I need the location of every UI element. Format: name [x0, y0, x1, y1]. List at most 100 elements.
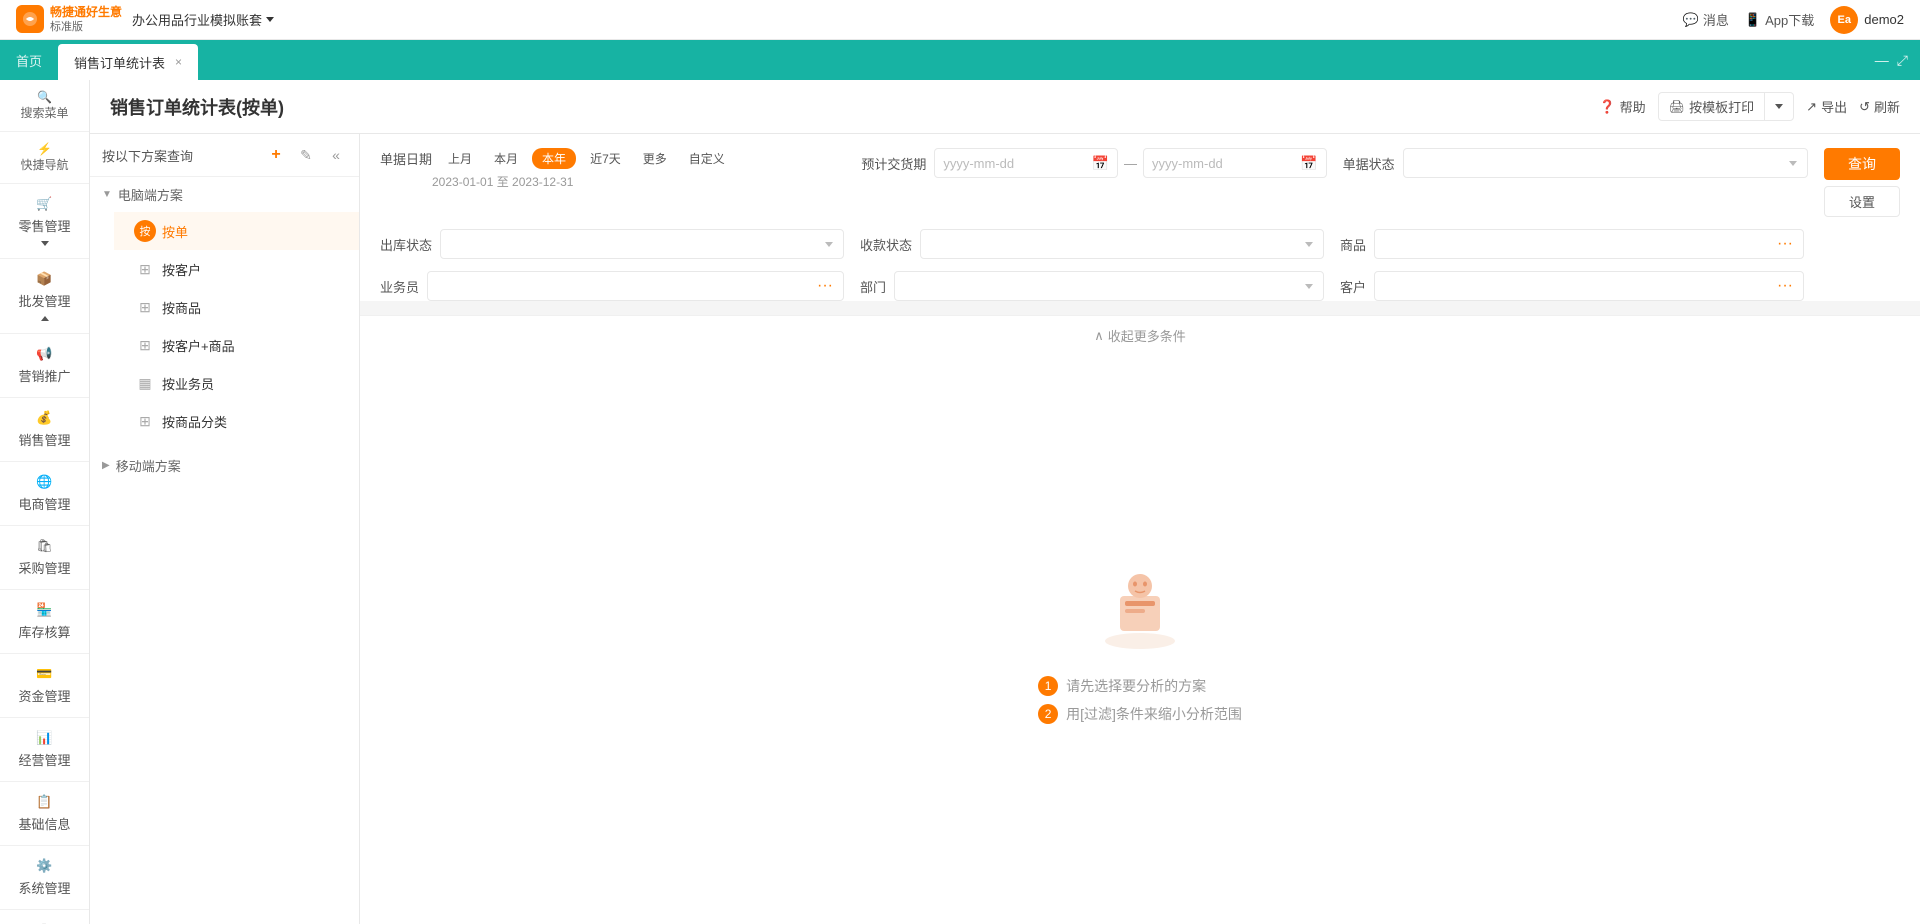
bill-status-select[interactable] — [1403, 148, 1808, 178]
date-tab-this-month[interactable]: 本月 — [486, 148, 526, 169]
scheme-by-staff[interactable]: ▦ 按业务员 — [114, 364, 359, 402]
chevron-up-icon — [41, 316, 49, 321]
app-download-button[interactable]: 📱 App下载 — [1745, 10, 1814, 29]
topbar: 畅捷通好生意 标准版 办公用品行业模拟账套 💬 消息 📱 App下载 Ea de… — [0, 0, 1920, 40]
download-icon: 📱 — [1745, 12, 1761, 28]
sidebar-item-retail[interactable]: 🛒 零售管理 — [0, 184, 89, 259]
template-print-button[interactable]: 🖨 按模板打印 — [1659, 93, 1766, 120]
sidebar-item-wholesale[interactable]: 📦 批发管理 — [0, 259, 89, 334]
topbar-right: 💬 消息 📱 App下载 Ea demo2 — [1683, 6, 1904, 34]
expand-icon[interactable]: ⤢ — [1897, 52, 1908, 69]
message-button[interactable]: 💬 消息 — [1683, 10, 1729, 29]
query-actions: 查询 设置 — [1824, 148, 1900, 217]
predicted-date-end[interactable]: yyyy-mm-dd 📅 — [1143, 148, 1327, 178]
sidebar-item-basic[interactable]: 📋 基础信息 — [0, 782, 89, 846]
staff-filter: 业务员 ··· — [380, 271, 844, 301]
scheme-icon: 按 — [134, 220, 156, 242]
export-button[interactable]: ↗ 导出 — [1806, 97, 1847, 116]
refresh-icon: ↺ — [1859, 99, 1870, 115]
query-button[interactable]: 查询 — [1824, 148, 1900, 180]
empty-tip-1: 1 请先选择要分析的方案 — [1038, 676, 1242, 696]
receipt-status-select[interactable] — [920, 229, 1324, 259]
tab-close-icon[interactable]: × — [175, 55, 182, 69]
industry-selector[interactable]: 办公用品行业模拟账套 — [132, 10, 274, 29]
scheme-by-customer[interactable]: ⊞ 按客户 — [114, 250, 359, 288]
shipping-status-select[interactable] — [440, 229, 844, 259]
sidebar-item-ecommerce[interactable]: 🌐 电商管理 — [0, 462, 89, 526]
bill-date-label: 单据日期 — [380, 149, 432, 168]
sidebar-item-quicknav[interactable]: ⚡ 快捷导航 — [0, 132, 89, 184]
add-scheme-button[interactable]: + — [265, 144, 287, 166]
receipt-status-filter: 收款状态 — [860, 229, 1324, 259]
template-print-group: 🖨 按模板打印 — [1658, 92, 1795, 121]
collapse-button[interactable]: ∧ 收起更多条件 — [1094, 326, 1186, 345]
sidebar-item-enterprise[interactable]: 🏢 企业协同 — [0, 910, 89, 924]
scheme-by-goods[interactable]: ⊞ 按商品 — [114, 288, 359, 326]
more-icon[interactable]: ··· — [1777, 277, 1793, 295]
date-tab-last-month[interactable]: 上月 — [440, 148, 480, 169]
more-icon[interactable]: ··· — [817, 277, 833, 295]
template-print-dropdown[interactable] — [1765, 100, 1793, 113]
content-panel: 销售订单统计表(按单) ❓ 帮助 🖨 按模板打印 ↗ — [90, 80, 1920, 924]
expand-right-icon: ▶ — [102, 460, 110, 471]
tab-home[interactable]: 首页 — [0, 40, 58, 80]
tree-children-pc: 按 按单 ⊞ 按客户 ⊞ 按商品 ⊞ 按客户+商品 — [90, 212, 359, 440]
table-icon: ⊞ — [134, 410, 156, 432]
left-panel-header: 按以下方案查询 + ✎ « — [90, 134, 359, 177]
tab-sales-order[interactable]: 销售订单统计表 × — [58, 44, 198, 80]
predicted-date-start[interactable]: yyyy-mm-dd 📅 — [934, 148, 1118, 178]
sidebar-item-search[interactable]: 🔍 搜索菜单 — [0, 80, 89, 132]
collapse-panel-button[interactable]: « — [325, 144, 347, 166]
minimize-icon[interactable]: — — [1875, 52, 1889, 68]
department-filter: 部门 — [860, 271, 1324, 301]
refresh-button[interactable]: ↺ 刷新 — [1859, 97, 1900, 116]
scheme-by-customer-goods[interactable]: ⊞ 按客户+商品 — [114, 326, 359, 364]
edit-scheme-button[interactable]: ✎ — [295, 144, 317, 166]
tree-group-mobile: ▶ 移动端方案 — [90, 448, 359, 483]
tab-icons: — ⤢ — [1875, 52, 1920, 69]
receipt-status-label: 收款状态 — [860, 235, 912, 254]
customer-input[interactable]: ··· — [1374, 271, 1804, 301]
sidebar-item-operation[interactable]: 📊 经营管理 — [0, 718, 89, 782]
sidebar-item-inventory[interactable]: 🏪 库存核算 — [0, 590, 89, 654]
customer-filter: 客户 ··· — [1340, 271, 1804, 301]
calendar-icon: 📅 — [1092, 155, 1109, 172]
settings-button[interactable]: 设置 — [1824, 186, 1900, 217]
sidebar-item-finance[interactable]: 💳 资金管理 — [0, 654, 89, 718]
logo-icon — [16, 5, 44, 33]
date-tab-7days[interactable]: 近7天 — [582, 148, 629, 169]
table-icon: ⊞ — [134, 258, 156, 280]
sidebar-item-sales[interactable]: 💰 销售管理 — [0, 398, 89, 462]
chevron-down-icon — [1305, 242, 1313, 247]
more-icon[interactable]: ··· — [1777, 235, 1793, 253]
date-tab-custom[interactable]: 自定义 — [681, 148, 733, 169]
nav-tabs: 首页 销售订单统计表 × — ⤢ — [0, 40, 1920, 80]
print-icon: 🖨 — [1669, 99, 1686, 115]
sidebar-item-marketing[interactable]: 📢 营销推广 — [0, 334, 89, 398]
date-tabs: 上月 本月 本年 近7天 更多 自定义 — [440, 148, 733, 169]
chevron-down-icon — [1775, 104, 1783, 109]
help-icon: ❓ — [1599, 99, 1615, 115]
topbar-left: 畅捷通好生意 标准版 办公用品行业模拟账套 — [16, 5, 274, 35]
goods-filter: 商品 ··· — [1340, 229, 1804, 259]
shipping-status-label: 出库状态 — [380, 235, 432, 254]
scheme-by-category[interactable]: ⊞ 按商品分类 — [114, 402, 359, 440]
help-button[interactable]: ❓ 帮助 — [1599, 97, 1645, 116]
empty-state: 1 请先选择要分析的方案 2 用[过滤]条件来缩小分析范围 — [360, 355, 1920, 924]
empty-illustration — [1090, 556, 1190, 656]
date-tab-more[interactable]: 更多 — [635, 148, 675, 169]
scheme-by-order[interactable]: 按 按单 — [114, 212, 359, 250]
department-select[interactable] — [894, 271, 1324, 301]
date-range-text: 2023-01-01 至 2023-12-31 — [380, 173, 845, 190]
user-menu[interactable]: Ea demo2 — [1830, 6, 1904, 34]
main-area: 🔍 搜索菜单 ⚡ 快捷导航 🛒 零售管理 📦 批发管理 📢 营销推广 💰 销售管… — [0, 80, 1920, 924]
filter-row-1: 单据日期 上月 本月 本年 近7天 更多 自定义 — [380, 148, 1900, 217]
sidebar-item-system[interactable]: ⚙️ 系统管理 — [0, 846, 89, 910]
staff-input[interactable]: ··· — [427, 271, 844, 301]
page-actions: ❓ 帮助 🖨 按模板打印 ↗ 导出 ↺ — [1599, 92, 1900, 133]
sidebar-item-purchase[interactable]: 🛍 采购管理 — [0, 526, 89, 590]
goods-input[interactable]: ··· — [1374, 229, 1804, 259]
date-tab-this-year[interactable]: 本年 — [532, 148, 576, 169]
customer-label: 客户 — [1340, 277, 1366, 296]
message-icon: 💬 — [1683, 12, 1699, 28]
